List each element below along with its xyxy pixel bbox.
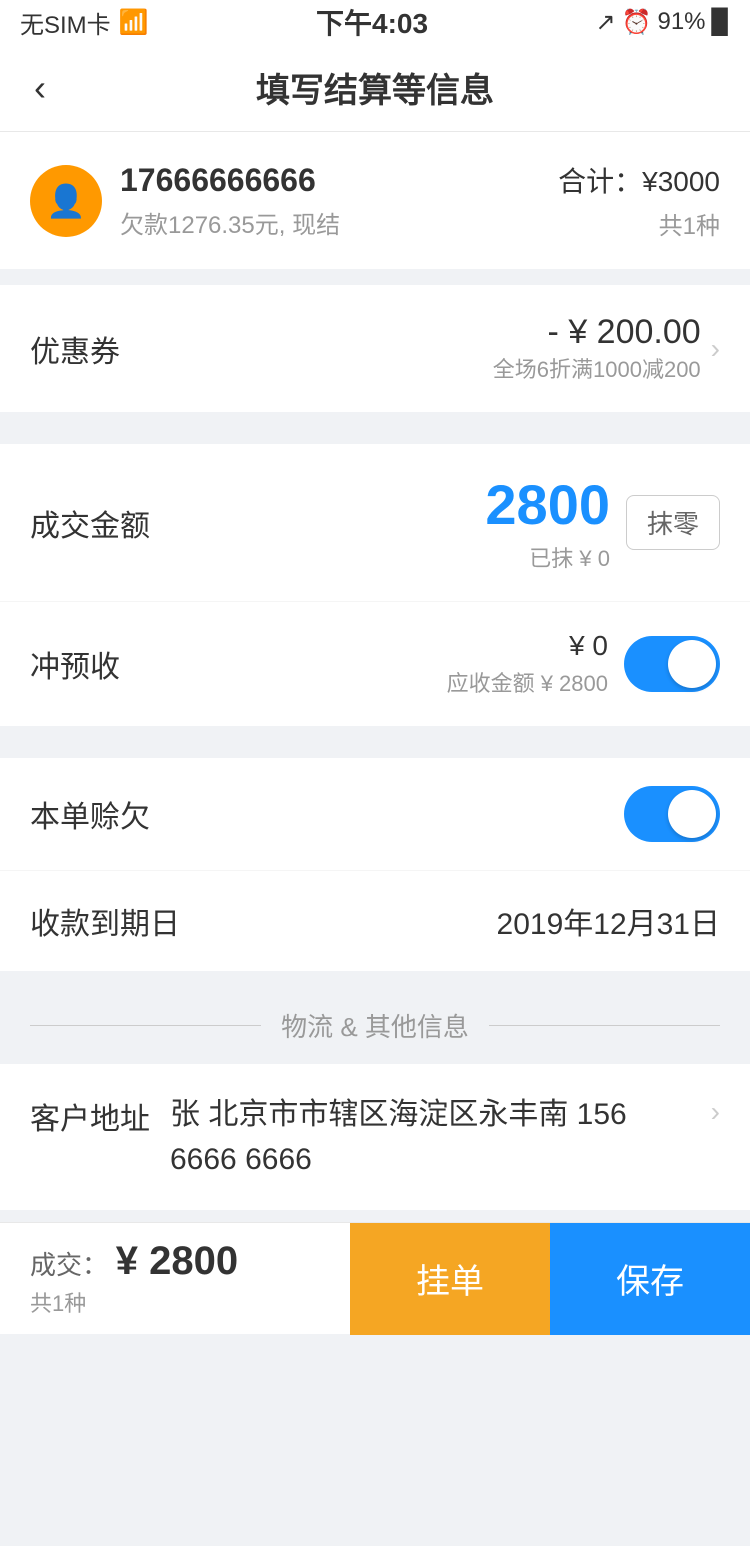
nav-bar: ‹ 填写结算等信息 xyxy=(0,44,750,132)
coupon-row[interactable]: 优惠券 - ¥ 200.00 全场6折满1000减200 › xyxy=(0,285,750,412)
alarm-icon: ⏰ xyxy=(622,8,652,37)
bottom-summary: 成交： ¥ 2800 共1种 xyxy=(0,1239,350,1318)
coupon-label: 优惠券 xyxy=(30,327,120,371)
due-date-row: 收款到期日 2019年12月31日 xyxy=(0,871,750,971)
transaction-amount: 2800 xyxy=(485,472,610,537)
user-details: 17666666666 欠款1276.35元, 现结 xyxy=(120,162,340,240)
debt-right xyxy=(624,786,720,842)
bottom-count: 共1种 xyxy=(30,1286,320,1318)
address-section: 客户地址 张 北京市市辖区海淀区永丰南 156 6666 6666 › xyxy=(0,1064,750,1210)
bottom-bar: 成交： ¥ 2800 共1种 挂单 保存 xyxy=(0,1222,750,1334)
avatar: 👤 xyxy=(30,165,102,237)
coupon-desc: 全场6折满1000减200 xyxy=(493,352,701,384)
avatar-icon: 👤 xyxy=(46,182,86,220)
prepay-value: ¥ 0 xyxy=(569,630,608,662)
due-date-value: 2019年12月31日 xyxy=(497,899,720,943)
status-right: ↗ ⏰ 91% ▉ xyxy=(595,8,730,37)
battery-icon: ▉ xyxy=(712,8,730,37)
logistics-label-text: 物流 & 其他信息 xyxy=(281,1007,469,1044)
status-bar: 无SIM卡 📶 下午4:03 ↗ ⏰ 91% ▉ xyxy=(0,0,750,44)
coupon-section: 优惠券 - ¥ 200.00 全场6折满1000减200 › xyxy=(0,285,750,412)
transaction-sub: 已抹 ¥ 0 xyxy=(529,541,610,573)
prepay-sub: 应收金额 ¥ 2800 xyxy=(447,666,608,698)
prepay-label: 冲预收 xyxy=(30,642,120,686)
address-row[interactable]: 客户地址 张 北京市市辖区海淀区永丰南 156 6666 6666 › xyxy=(0,1064,750,1210)
address-label: 客户地址 xyxy=(30,1092,150,1138)
coupon-right: - ¥ 200.00 全场6折满1000减200 › xyxy=(493,313,720,384)
section-divider-1 xyxy=(0,428,750,444)
hang-button[interactable]: 挂单 xyxy=(350,1223,550,1335)
user-phone: 17666666666 xyxy=(120,162,340,199)
debt-label: 本单赊欠 xyxy=(30,792,150,836)
address-value: 张 北京市市辖区海淀区永丰南 156 6666 6666 xyxy=(170,1092,701,1182)
coupon-chevron-icon: › xyxy=(711,333,720,365)
user-count: 共1种 xyxy=(558,206,720,241)
coupon-value: - ¥ 200.00 全场6折满1000减200 xyxy=(493,313,701,384)
due-date-label: 收款到期日 xyxy=(30,899,180,943)
address-chevron-icon: › xyxy=(711,1092,720,1128)
battery-label: 91% xyxy=(657,8,705,36)
prepay-toggle[interactable] xyxy=(624,636,720,692)
transaction-values: 2800 已抹 ¥ 0 xyxy=(485,472,610,573)
user-debt: 欠款1276.35元, 现结 xyxy=(120,205,340,240)
status-time: 下午4:03 xyxy=(316,2,428,42)
user-left: 👤 17666666666 欠款1276.35元, 现结 xyxy=(30,162,340,240)
page-title: 填写结算等信息 xyxy=(256,63,494,112)
carrier-label: 无SIM卡 xyxy=(20,5,111,40)
debt-toggle[interactable] xyxy=(624,786,720,842)
status-left: 无SIM卡 📶 xyxy=(20,5,149,40)
wifi-icon: 📶 xyxy=(119,8,149,37)
user-right: 合计：¥3000 共1种 xyxy=(558,160,720,241)
form-section-1: 成交金额 2800 已抹 ¥ 0 抹零 冲预收 ¥ 0 应收金额 ¥ 2800 xyxy=(0,444,750,726)
location-icon: ↗ xyxy=(595,8,615,37)
prepay-right: ¥ 0 应收金额 ¥ 2800 xyxy=(447,630,720,698)
bottom-total-amount: ¥ 2800 xyxy=(116,1239,238,1283)
transaction-label: 成交金额 xyxy=(30,501,150,545)
coupon-amount: - ¥ 200.00 xyxy=(493,313,701,352)
bottom-total-row: 成交： ¥ 2800 xyxy=(30,1239,320,1284)
debt-row: 本单赊欠 xyxy=(0,758,750,871)
prepay-row: 冲预收 ¥ 0 应收金额 ¥ 2800 xyxy=(0,602,750,726)
logistics-section-label: 物流 & 其他信息 xyxy=(0,987,750,1064)
round-button[interactable]: 抹零 xyxy=(626,495,720,550)
debt-section: 本单赊欠 收款到期日 2019年12月31日 xyxy=(0,758,750,971)
transaction-row: 成交金额 2800 已抹 ¥ 0 抹零 xyxy=(0,444,750,602)
prepay-values: ¥ 0 应收金额 ¥ 2800 xyxy=(447,630,608,698)
transaction-right: 2800 已抹 ¥ 0 抹零 xyxy=(485,472,720,573)
back-button[interactable]: ‹ xyxy=(24,57,56,119)
save-button[interactable]: 保存 xyxy=(550,1223,750,1335)
user-total: 合计：¥3000 xyxy=(558,160,720,200)
bottom-total-label: 成交： xyxy=(30,1250,108,1280)
section-divider-2 xyxy=(0,742,750,758)
user-info-row: 👤 17666666666 欠款1276.35元, 现结 合计：¥3000 共1… xyxy=(0,132,750,269)
